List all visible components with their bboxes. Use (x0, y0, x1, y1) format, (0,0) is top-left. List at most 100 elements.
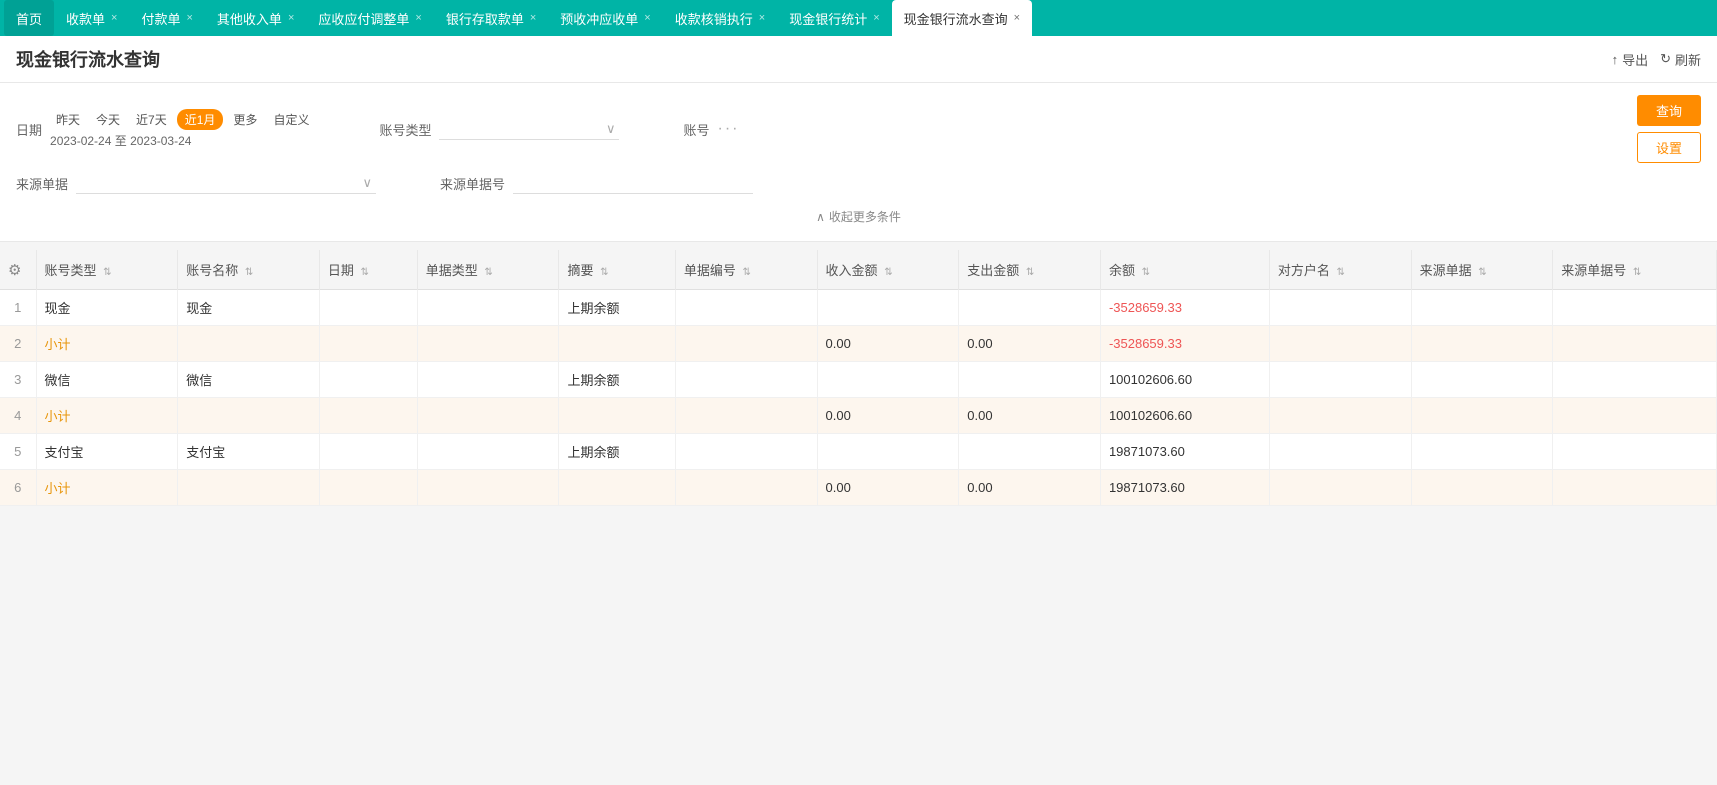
close-icon[interactable]: × (1014, 12, 1020, 24)
cell-balance: -3528659.33 (1100, 290, 1269, 326)
cell-doc-type (417, 362, 559, 398)
sort-icon: ⇅ (103, 267, 111, 278)
account-type-select[interactable]: ∨ (439, 119, 619, 140)
col-summary[interactable]: 摘要 ⇅ (559, 250, 675, 290)
cell-source-doc (1411, 470, 1553, 506)
nav-home[interactable]: 首页 (4, 0, 54, 36)
page-header: 现金银行流水查询 ↑ 导出 ↻ 刷新 (0, 36, 1717, 83)
nav-tab-shoukuandan[interactable]: 收款单 × (54, 0, 129, 36)
col-gear: ⚙ (0, 250, 36, 290)
cell-expense: 0.00 (959, 326, 1101, 362)
date-shortcuts: 昨天 今天 近7天 近1月 更多 自定义 (50, 109, 315, 130)
filter-row-1: 日期 昨天 今天 近7天 近1月 更多 自定义 2023-02-24 至 202… (16, 95, 1701, 163)
settings-button[interactable]: 设置 (1637, 132, 1701, 163)
nav-tab-shoukuanhexiao[interactable]: 收款核销执行 × (663, 0, 777, 36)
cell-summary: 上期余额 (559, 290, 675, 326)
col-balance[interactable]: 余额 ⇅ (1100, 250, 1269, 290)
cell-summary: 上期余额 (559, 362, 675, 398)
action-buttons: 查询 设置 (1637, 95, 1701, 163)
col-income[interactable]: 收入金额 ⇅ (817, 250, 959, 290)
close-icon[interactable]: × (288, 12, 294, 24)
nav-tab-xianjinyinhang-tongji[interactable]: 现金银行统计 × (777, 0, 891, 36)
source-doc-num-label: 来源单据号 (440, 174, 505, 193)
cell-counterpart (1269, 398, 1411, 434)
date-btn-custom[interactable]: 自定义 (267, 109, 315, 130)
date-btn-more[interactable]: 更多 (227, 109, 263, 130)
source-doc-select[interactable]: ∨ (76, 173, 376, 194)
nav-tab-xianjinyinhang-liushui[interactable]: 现金银行流水查询 × (892, 0, 1032, 36)
sort-icon: ⇅ (1633, 267, 1641, 278)
row-number: 4 (0, 398, 36, 434)
chevron-down-icon-2: ∨ (363, 175, 373, 191)
collapse-button[interactable]: ∧ 收起更多条件 (816, 208, 901, 225)
col-source-doc[interactable]: 来源单据 ⇅ (1411, 250, 1553, 290)
nav-tab-qitashouru[interactable]: 其他收入单 × (205, 0, 306, 36)
cell-source-doc (1411, 326, 1553, 362)
data-table: ⚙ 账号类型 ⇅ 账号名称 ⇅ 日期 ⇅ 单据类型 ⇅ (0, 250, 1717, 506)
nav-tab-yushouxying[interactable]: 预收冲应收单 × (548, 0, 662, 36)
table-row: 5 支付宝 支付宝 上期余额 19871073.60 (0, 434, 1717, 470)
cell-account-type: 小计 (36, 470, 178, 506)
cell-counterpart (1269, 326, 1411, 362)
data-table-container: ⚙ 账号类型 ⇅ 账号名称 ⇅ 日期 ⇅ 单据类型 ⇅ (0, 250, 1717, 506)
refresh-button[interactable]: ↻ 刷新 (1660, 50, 1701, 69)
close-icon[interactable]: × (530, 12, 536, 24)
source-doc-num-filter: 来源单据号 (440, 174, 753, 194)
query-button[interactable]: 查询 (1637, 95, 1701, 126)
cell-income: 0.00 (817, 470, 959, 506)
cell-source-doc-no (1553, 470, 1717, 506)
date-btn-yesterday[interactable]: 昨天 (50, 109, 86, 130)
close-icon[interactable]: × (111, 12, 117, 24)
sort-icon: ⇅ (1142, 267, 1150, 278)
sort-icon: ⇅ (245, 267, 253, 278)
nav-tab-yinhangcunqu[interactable]: 银行存取款单 × (434, 0, 548, 36)
date-btn-7days[interactable]: 近7天 (130, 109, 173, 130)
collapse-bar: ∧ 收起更多条件 (16, 204, 1701, 229)
table-header-row: ⚙ 账号类型 ⇅ 账号名称 ⇅ 日期 ⇅ 单据类型 ⇅ (0, 250, 1717, 290)
cell-expense (959, 290, 1101, 326)
account-more-icon[interactable]: ··· (717, 120, 739, 138)
sort-icon: ⇅ (1026, 267, 1034, 278)
nav-tab-fukuandan[interactable]: 付款单 × (129, 0, 204, 36)
col-date[interactable]: 日期 ⇅ (319, 250, 417, 290)
cell-summary (559, 470, 675, 506)
chevron-down-icon: ∨ (606, 121, 616, 137)
col-source-doc-no[interactable]: 来源单据号 ⇅ (1553, 250, 1717, 290)
cell-account-name: 现金 (178, 290, 320, 326)
gear-icon[interactable]: ⚙ (8, 262, 21, 279)
col-account-name[interactable]: 账号名称 ⇅ (178, 250, 320, 290)
col-expense[interactable]: 支出金额 ⇅ (959, 250, 1101, 290)
cell-source-doc (1411, 434, 1553, 470)
source-doc-num-input[interactable] (513, 174, 753, 194)
close-icon[interactable]: × (186, 12, 192, 24)
cell-date (319, 434, 417, 470)
cell-account-type: 小计 (36, 326, 178, 362)
cell-expense: 0.00 (959, 470, 1101, 506)
cell-income (817, 290, 959, 326)
col-counterpart[interactable]: 对方户名 ⇅ (1269, 250, 1411, 290)
account-filter: 账号 ··· (683, 120, 739, 139)
date-btn-1month[interactable]: 近1月 (177, 109, 224, 130)
row-number: 3 (0, 362, 36, 398)
col-account-type[interactable]: 账号类型 ⇅ (36, 250, 178, 290)
cell-balance: 19871073.60 (1100, 470, 1269, 506)
row-number: 1 (0, 290, 36, 326)
col-doc-type[interactable]: 单据类型 ⇅ (417, 250, 559, 290)
cell-doc-type (417, 326, 559, 362)
export-button[interactable]: ↑ 导出 (1612, 50, 1649, 69)
cell-account-name (178, 470, 320, 506)
col-doc-no[interactable]: 单据编号 ⇅ (675, 250, 817, 290)
close-icon[interactable]: × (873, 12, 879, 24)
cell-date (319, 290, 417, 326)
close-icon[interactable]: × (415, 12, 421, 24)
close-icon[interactable]: × (759, 12, 765, 24)
cell-date (319, 362, 417, 398)
account-type-label: 账号类型 (379, 120, 431, 139)
cell-counterpart (1269, 470, 1411, 506)
cell-account-name: 支付宝 (178, 434, 320, 470)
source-doc-filter: 来源单据 ∨ (16, 173, 376, 194)
close-icon[interactable]: × (644, 12, 650, 24)
date-btn-today[interactable]: 今天 (90, 109, 126, 130)
nav-tab-yingshouyingfu[interactable]: 应收应付调整单 × (306, 0, 433, 36)
cell-source-doc-no (1553, 398, 1717, 434)
